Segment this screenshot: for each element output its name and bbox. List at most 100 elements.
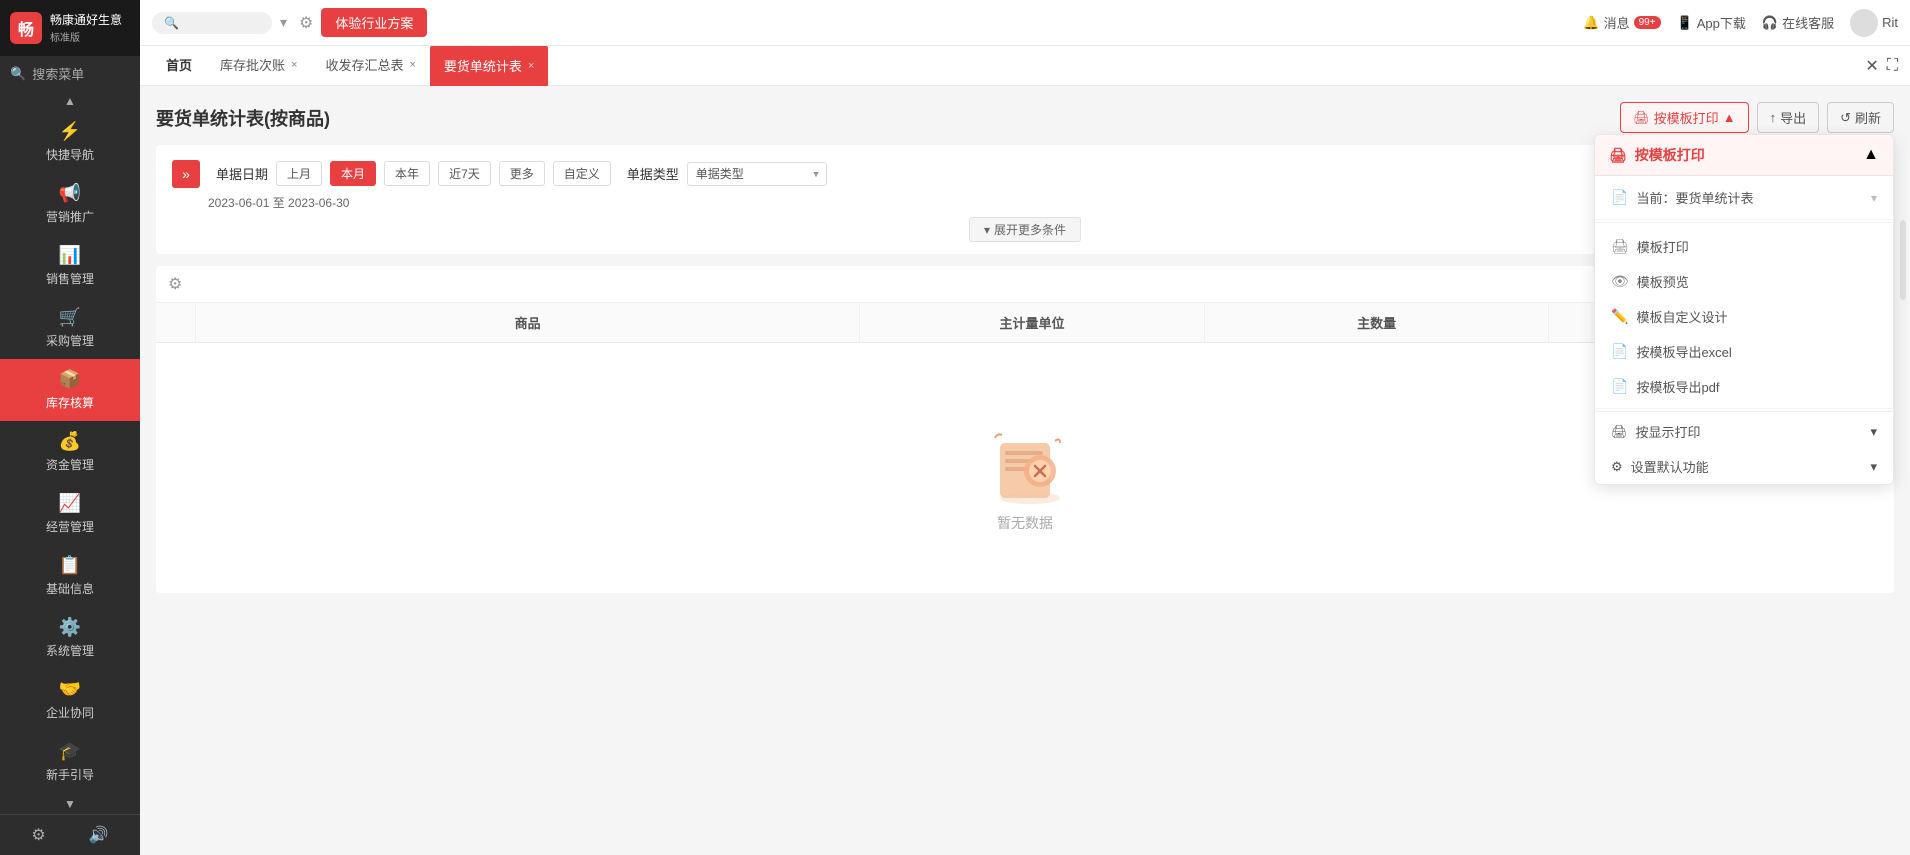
tab-batch-accounts-label: 库存批次账: [220, 55, 285, 74]
tab-order-stats-close[interactable]: ×: [528, 60, 534, 72]
trial-button[interactable]: 体验行业方案: [321, 8, 427, 37]
printer-icon: 🖨: [1633, 110, 1650, 126]
sidebar-item-operations[interactable]: 📈 经营管理: [0, 483, 140, 545]
export-button[interactable]: ↑ 导出: [1757, 102, 1820, 133]
purchase-icon: 🛒: [59, 307, 81, 328]
app-logo-text: 畅康通好生意 标准版: [50, 12, 122, 44]
tab-actions: ✕ ⛶: [1865, 56, 1910, 76]
headset-icon: 🎧: [1762, 15, 1778, 31]
audio-bottom-icon[interactable]: 🔊: [89, 825, 109, 845]
dropdown-close-icon[interactable]: ▲: [1863, 146, 1879, 164]
filter-expand-toggle[interactable]: »: [172, 160, 200, 188]
dropdown-item-export-pdf[interactable]: 📄 按模板导出pdf: [1595, 369, 1893, 404]
empty-text: 暂无数据: [997, 513, 1053, 533]
notifications[interactable]: 🔔 消息 99+: [1583, 13, 1660, 32]
sidebar-logo: 畅 畅康通好生意 标准版: [0, 0, 140, 56]
settings-bottom-icon[interactable]: ⚙: [31, 825, 45, 845]
expand-more-button[interactable]: ▾ 展开更多条件: [969, 217, 1081, 242]
filter-btn-this-month[interactable]: 本月: [330, 161, 376, 186]
sidebar-item-guide[interactable]: 🎓 新手引导: [0, 731, 140, 793]
sidebar-item-purchase[interactable]: 🛒 采购管理: [0, 297, 140, 359]
tab-receivable-summary[interactable]: 收发存汇总表 ×: [311, 46, 429, 86]
dropdown-item-template-custom[interactable]: ✏️ 模板自定义设计: [1595, 299, 1893, 334]
item-left: 🖨 模板打印: [1611, 237, 1689, 256]
dropdown-title-area: 🖨 按模板打印: [1609, 145, 1705, 165]
app-version: 标准版: [50, 29, 122, 44]
tab-home[interactable]: 首页: [152, 46, 206, 86]
sidebar-scroll-up[interactable]: ▲: [0, 91, 140, 111]
export-label: 导出: [1780, 108, 1806, 127]
user-name: Rit: [1882, 15, 1898, 30]
user-avatar[interactable]: Rit: [1850, 9, 1898, 37]
tab-receivable-summary-close[interactable]: ×: [409, 59, 415, 71]
dropdown-item-export-excel[interactable]: 📄 按模板导出excel: [1595, 334, 1893, 369]
scroll-up-icon: ▲: [64, 94, 76, 108]
topbar-gear-icon[interactable]: ⚙: [299, 13, 313, 33]
item-left: ✏️ 模板自定义设计: [1611, 307, 1727, 326]
dropdown-current-item-left: 📄 当前：要货单统计表: [1611, 188, 1753, 207]
page-scrollbar[interactable]: [1900, 220, 1906, 300]
inventory-icon: 📦: [59, 369, 81, 390]
tab-home-label: 首页: [166, 55, 192, 74]
filter-type-group: 单据类型 单据类型 ▾: [627, 162, 822, 186]
sidebar-item-sales[interactable]: 📊 销售管理: [0, 235, 140, 297]
display-print-left: 🖨 按显示打印: [1611, 422, 1701, 441]
sidebar-item-label: 营销推广: [46, 208, 94, 225]
table-settings-icon[interactable]: ⚙: [168, 274, 182, 294]
sidebar: 畅 畅康通好生意 标准版 🔍 搜索菜单 ▲ ⚡ 快捷导航 📢 营销推广 📊 销售…: [0, 0, 140, 855]
sidebar-search[interactable]: 🔍 搜索菜单: [0, 56, 140, 91]
tab-batch-accounts-close[interactable]: ×: [291, 59, 297, 71]
filter-btn-last-month[interactable]: 上月: [276, 161, 322, 186]
template-print-dropdown: 🖨 按模板打印 ▲ 📄 当前：要货单统计表 ▾: [1594, 134, 1894, 485]
template-print-label: 按模板打印: [1654, 108, 1719, 127]
template-print-item-icon: 🖨: [1611, 238, 1629, 255]
topbar-dropdown-icon[interactable]: ▾: [280, 14, 287, 31]
filter-btn-custom[interactable]: 自定义: [553, 161, 611, 186]
export-pdf-icon: 📄: [1611, 378, 1628, 395]
sidebar-item-marketing[interactable]: 📢 营销推广: [0, 173, 140, 235]
sidebar-item-appstore[interactable]: 🔧 应用中心: [0, 793, 140, 794]
basics-icon: 📋: [59, 555, 81, 576]
sidebar-scroll-down[interactable]: ▼: [0, 794, 140, 814]
sidebar-item-quick-nav[interactable]: ⚡ 快捷导航: [0, 111, 140, 173]
sidebar-item-label: 系统管理: [46, 642, 94, 659]
sidebar-item-label: 企业协同: [46, 704, 94, 721]
dropdown-item-template-preview[interactable]: 👁 模板预览: [1595, 264, 1893, 299]
tab-maximize-button[interactable]: ⛶: [1887, 57, 1898, 75]
dropdown-display-print[interactable]: 🖨 按显示打印 ▾: [1595, 414, 1893, 449]
th-product: 商品: [196, 303, 860, 342]
sidebar-item-finance[interactable]: 💰 资金管理: [0, 421, 140, 483]
topbar-right: 🔔 消息 99+ 📱 App下载 🎧 在线客服 Rit: [1583, 9, 1898, 37]
tab-order-stats[interactable]: 要货单统计表 ×: [430, 46, 548, 86]
sidebar-item-label: 新手引导: [46, 766, 94, 783]
dropdown-current-item[interactable]: 📄 当前：要货单统计表 ▾: [1595, 180, 1893, 215]
set-default-left: ⚙ 设置默认功能: [1611, 457, 1709, 476]
tabs-bar: 首页 库存批次账 × 收发存汇总表 × 要货单统计表 × ✕ ⛶: [140, 46, 1910, 86]
dropdown-set-default[interactable]: ⚙ 设置默认功能 ▾: [1595, 449, 1893, 484]
bell-icon: 🔔: [1583, 15, 1599, 31]
filter-btn-more[interactable]: 更多: [499, 161, 545, 186]
topbar-search[interactable]: 🔍: [152, 12, 272, 34]
th-quantity: 主数量: [1205, 303, 1550, 342]
filter-btn-7days[interactable]: 近7天: [438, 161, 491, 186]
tab-close-all-button[interactable]: ✕: [1865, 56, 1878, 76]
online-support[interactable]: 🎧 在线客服: [1762, 13, 1834, 32]
app-download[interactable]: 📱 App下载: [1677, 13, 1746, 32]
sidebar-item-enterprise[interactable]: 🤝 企业协同: [0, 669, 140, 731]
sidebar-item-basics[interactable]: 📋 基础信息: [0, 545, 140, 607]
current-template-icon: 📄: [1611, 189, 1628, 206]
quick-nav-icon: ⚡: [59, 121, 81, 142]
filter-btn-this-year[interactable]: 本年: [384, 161, 430, 186]
dropdown-item-template-print[interactable]: 🖨 模板打印: [1595, 229, 1893, 264]
refresh-button[interactable]: ↺ 刷新: [1827, 102, 1894, 133]
item-left: 📄 按模板导出pdf: [1611, 377, 1720, 396]
tab-batch-accounts[interactable]: 库存批次账 ×: [206, 46, 311, 86]
guide-icon: 🎓: [59, 741, 81, 762]
sidebar-item-inventory[interactable]: 📦 库存核算: [0, 359, 140, 421]
template-print-button[interactable]: 🖨 按模板打印 ▲: [1620, 102, 1748, 133]
export-excel-icon: 📄: [1611, 343, 1628, 360]
template-print-arrow: ▲: [1723, 110, 1736, 125]
page-content: 要货单统计表(按商品) 🖨 按模板打印 ▲ ↑ 导出 ↺ 刷新: [140, 86, 1910, 855]
filter-type-select[interactable]: 单据类型: [687, 162, 827, 186]
sidebar-item-system[interactable]: ⚙️ 系统管理: [0, 607, 140, 669]
